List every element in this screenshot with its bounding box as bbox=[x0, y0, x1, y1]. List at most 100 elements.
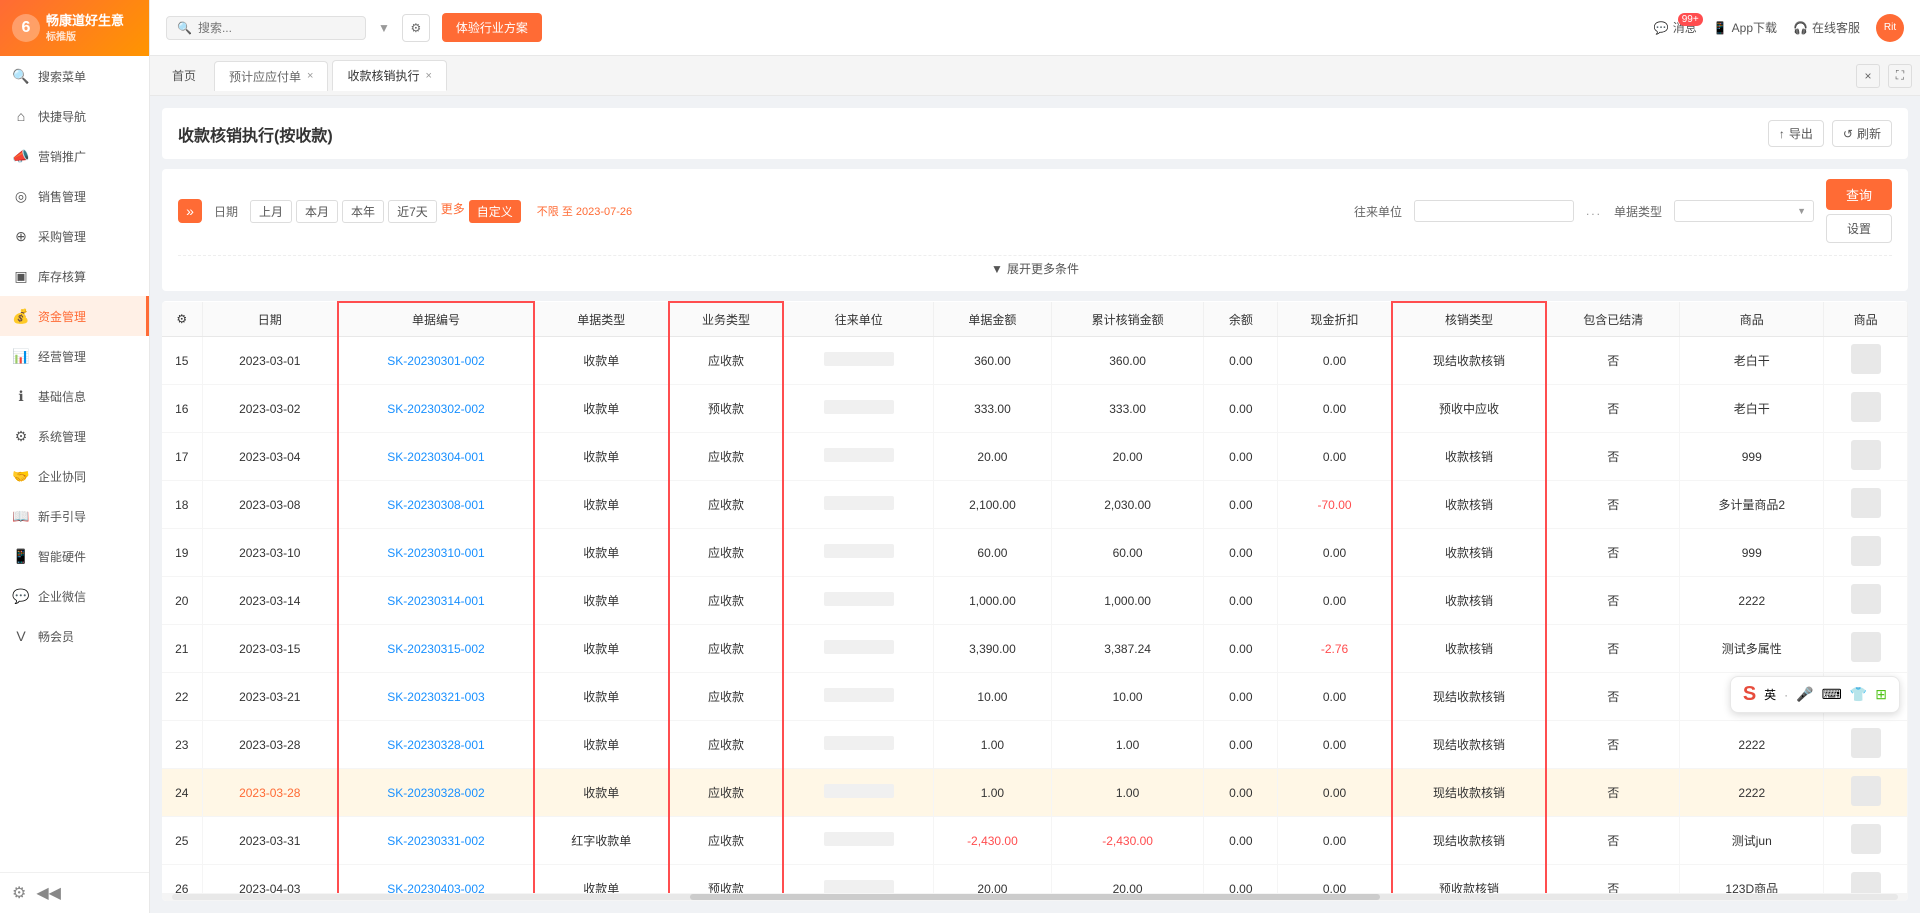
search-icon: 🔍 bbox=[177, 21, 192, 35]
col-partner: 往来单位 bbox=[783, 302, 933, 337]
row-no: 18 bbox=[162, 481, 202, 529]
message-button[interactable]: 💬 消息 99+ bbox=[1654, 19, 1697, 36]
row-date: 2023-04-03 bbox=[202, 865, 338, 894]
sidebar-item-quick[interactable]: ⌂ 快捷导航 bbox=[0, 96, 149, 136]
row-bill-no: SK-20230310-001 bbox=[338, 529, 534, 577]
row-cancel-type: 现结收款核销 bbox=[1392, 673, 1546, 721]
row-no: 21 bbox=[162, 625, 202, 673]
bill-no-link[interactable]: SK-20230308-001 bbox=[387, 498, 484, 512]
bill-no-link[interactable]: SK-20230310-001 bbox=[387, 546, 484, 560]
tab-close-icon[interactable]: × bbox=[307, 70, 313, 82]
bill-no-link[interactable]: SK-20230301-002 bbox=[387, 354, 484, 368]
col-included: 包含已结清 bbox=[1546, 302, 1680, 337]
table-scroll-area[interactable]: ⚙ 日期 单据编号 单据类型 业务类型 往来单位 单据金额 累计核销金额 余额 … bbox=[162, 301, 1908, 893]
logo-text: 畅康道好生意 bbox=[46, 13, 124, 29]
more-dates-link[interactable]: 更多 bbox=[441, 200, 465, 223]
settings-button[interactable]: 设置 bbox=[1826, 214, 1892, 243]
bill-no-link[interactable]: SK-20230304-001 bbox=[387, 450, 484, 464]
bill-no-link[interactable]: SK-20230403-002 bbox=[387, 882, 484, 894]
bill-no-link[interactable]: SK-20230314-001 bbox=[387, 594, 484, 608]
maximize-tab-button[interactable]: ⛶ bbox=[1888, 64, 1912, 88]
bill-no-link[interactable]: SK-20230302-002 bbox=[387, 402, 484, 416]
product-thumbnail bbox=[1851, 632, 1881, 662]
sidebar-item-marketing[interactable]: 📣 营销推广 bbox=[0, 136, 149, 176]
last-month-button[interactable]: 上月 bbox=[250, 200, 292, 223]
tab-payable[interactable]: 预计应应付单 × bbox=[214, 61, 328, 91]
dropdown-arrow-icon[interactable]: ▼ bbox=[378, 21, 390, 35]
row-product: 999 bbox=[1680, 529, 1824, 577]
sidebar-item-wechat[interactable]: 💬 企业微信 bbox=[0, 576, 149, 616]
this-month-button[interactable]: 本月 bbox=[296, 200, 338, 223]
sidebar-item-label: 新手引导 bbox=[38, 508, 86, 525]
collapse-icon[interactable]: ◀◀ bbox=[36, 883, 61, 903]
export-button[interactable]: ↑ 导出 bbox=[1768, 120, 1824, 147]
row-balance: 0.00 bbox=[1204, 385, 1278, 433]
sidebar-item-hardware[interactable]: 📱 智能硬件 bbox=[0, 536, 149, 576]
row-bill-type: 收款单 bbox=[534, 529, 669, 577]
bill-no-link[interactable]: SK-20230321-003 bbox=[387, 690, 484, 704]
row-product-img bbox=[1824, 529, 1908, 577]
sidebar-item-basic[interactable]: ℹ 基础信息 bbox=[0, 376, 149, 416]
sidebar-item-operation[interactable]: 📊 经营管理 bbox=[0, 336, 149, 376]
expand-more-button[interactable]: ▼ 展开更多条件 bbox=[178, 255, 1892, 281]
sidebar-item-search[interactable]: 🔍 搜索菜单 bbox=[0, 56, 149, 96]
horizontal-scrollbar[interactable] bbox=[162, 893, 1908, 901]
sidebar-item-system[interactable]: ⚙ 系统管理 bbox=[0, 416, 149, 456]
sidebar-item-guide[interactable]: 📖 新手引导 bbox=[0, 496, 149, 536]
bill-no-link[interactable]: SK-20230315-002 bbox=[387, 642, 484, 656]
sidebar-item-enterprise[interactable]: 🤝 企业协同 bbox=[0, 456, 149, 496]
scrollbar-thumb[interactable] bbox=[690, 894, 1380, 900]
sidebar-item-member[interactable]: V 畅会员 bbox=[0, 616, 149, 656]
row-discount: 0.00 bbox=[1278, 577, 1392, 625]
tabs-actions: × ⛶ bbox=[1856, 64, 1912, 88]
sidebar-item-purchase[interactable]: ⊕ 采购管理 bbox=[0, 216, 149, 256]
toolbar-keyboard-icon[interactable]: ⌨ bbox=[1822, 686, 1842, 703]
toolbar-grid-icon[interactable]: ⊞ bbox=[1875, 686, 1887, 703]
query-button[interactable]: 查询 bbox=[1826, 179, 1892, 210]
close-tab-button[interactable]: × bbox=[1856, 64, 1880, 88]
col-settings[interactable]: ⚙ bbox=[162, 302, 202, 337]
row-biz-type: 应收款 bbox=[669, 337, 784, 385]
tab-close-icon[interactable]: × bbox=[425, 70, 431, 82]
more-filters-dots[interactable]: ... bbox=[1586, 204, 1602, 218]
row-balance: 0.00 bbox=[1204, 673, 1278, 721]
bill-no-link[interactable]: SK-20230328-002 bbox=[387, 786, 484, 800]
toolbar-item-1[interactable]: 英 bbox=[1764, 686, 1776, 703]
tab-home[interactable]: 首页 bbox=[158, 61, 210, 90]
custom-date-button[interactable]: 自定义 bbox=[469, 200, 521, 223]
date-buttons: 上月 本月 本年 近7天 更多 自定义 bbox=[250, 200, 521, 223]
product-thumbnail bbox=[1851, 824, 1881, 854]
settings-icon[interactable]: ⚙ bbox=[402, 14, 430, 42]
this-year-button[interactable]: 本年 bbox=[342, 200, 384, 223]
search-input[interactable] bbox=[198, 21, 328, 35]
settings-bottom-icon[interactable]: ⚙ bbox=[12, 883, 26, 903]
toolbar-shirt-icon[interactable]: 👕 bbox=[1850, 686, 1867, 703]
row-date: 2023-03-04 bbox=[202, 433, 338, 481]
type-select[interactable] bbox=[1674, 200, 1814, 222]
sidebar-item-inventory[interactable]: ▣ 库存核算 bbox=[0, 256, 149, 296]
sidebar-item-sales[interactable]: ◎ 销售管理 bbox=[0, 176, 149, 216]
service-button[interactable]: 🎧 在线客服 bbox=[1793, 19, 1860, 36]
table-row: 17 2023-03-04 SK-20230304-001 收款单 应收款 20… bbox=[162, 433, 1908, 481]
product-thumbnail bbox=[1851, 872, 1881, 893]
bill-no-link[interactable]: SK-20230328-001 bbox=[387, 738, 484, 752]
solution-button[interactable]: 体验行业方案 bbox=[442, 13, 542, 42]
tab-home-label: 首页 bbox=[172, 67, 196, 84]
bill-no-link[interactable]: SK-20230331-002 bbox=[387, 834, 484, 848]
sidebar-item-finance[interactable]: 💰 资金管理 bbox=[0, 296, 149, 336]
row-amount: 20.00 bbox=[934, 865, 1052, 894]
refresh-button[interactable]: ↺ 刷新 bbox=[1832, 120, 1892, 147]
filter-expand-button[interactable]: » bbox=[178, 199, 202, 223]
last-7days-button[interactable]: 近7天 bbox=[388, 200, 437, 223]
app-download-button[interactable]: 📱 App下载 bbox=[1713, 19, 1777, 36]
partner-input[interactable] bbox=[1414, 200, 1574, 222]
row-discount: -70.00 bbox=[1278, 481, 1392, 529]
partner-blurred bbox=[824, 640, 894, 654]
toolbar-mic-icon[interactable]: 🎤 bbox=[1796, 686, 1813, 703]
tab-collection[interactable]: 收款核销执行 × bbox=[332, 60, 446, 91]
partner-label: 往来单位 bbox=[1354, 203, 1402, 220]
row-biz-type: 应收款 bbox=[669, 577, 784, 625]
row-no: 17 bbox=[162, 433, 202, 481]
avatar[interactable]: Rit bbox=[1876, 14, 1904, 42]
row-product: 999 bbox=[1680, 433, 1824, 481]
